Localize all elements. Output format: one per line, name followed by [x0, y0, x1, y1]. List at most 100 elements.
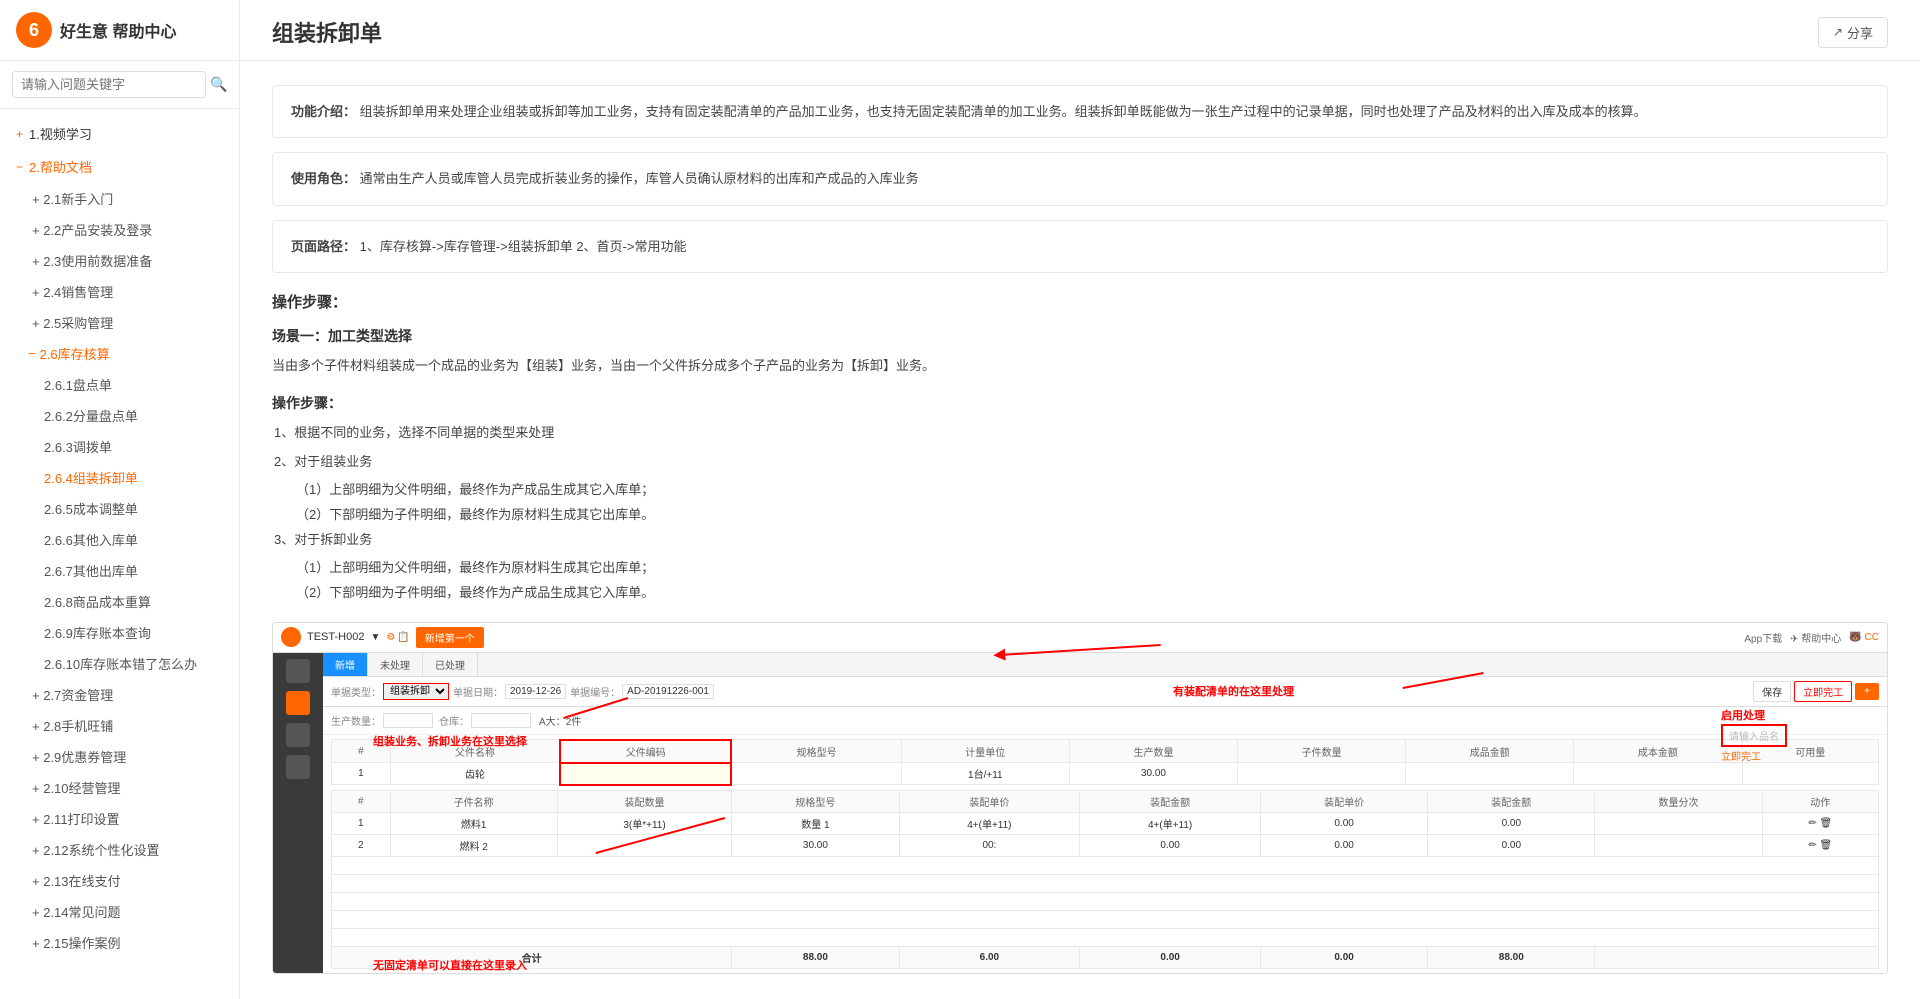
mock-save-btn[interactable]: 保存 [1753, 681, 1791, 702]
sidebar-item-other-out[interactable]: 2.6.7其他出库单 [0, 555, 239, 586]
mock-tab-new[interactable]: 新增 [323, 653, 368, 676]
sidebar-item-data[interactable]: + 2.3使用前数据准备 [0, 245, 239, 276]
sidebar-item-mgmt[interactable]: + 2.10经营管理 [0, 772, 239, 803]
main-content: 功能介绍： 组装拆卸单用来处理企业组装或拆卸等加工业务，支持有固定装配清单的产品… [240, 61, 1920, 999]
td-prod-amt [1406, 763, 1574, 785]
sidebar-item-faq[interactable]: + 2.14常见问题 [0, 896, 239, 927]
sidebar-docs-children: + 2.1新手入门 + 2.2产品安装及登录 + 2.3使用前数据准备 + 2.… [0, 183, 239, 958]
sidebar-item-transfer[interactable]: 2.6.3调拨单 [0, 431, 239, 462]
table-row [332, 874, 1879, 892]
ltd-assy-price2b: 0.00 [1261, 834, 1428, 856]
mock-annotation3: 启用处理 [1721, 707, 1787, 723]
lth-sub-name: 子件名称 [390, 790, 557, 812]
app-title: 好生意 帮助中心 [60, 18, 176, 42]
steps-heading: 操作步骤： [272, 393, 1888, 413]
sidebar-item-newbie[interactable]: + 2.1新手入门 [0, 183, 239, 214]
td-parent-name: 齿轮 [390, 763, 560, 785]
sidebar-item-stock-error[interactable]: 2.6.10库存账本错了怎么办 [0, 648, 239, 679]
sidebar-item-purchase[interactable]: + 2.5采购管理 [0, 307, 239, 338]
sidebar-item-cases[interactable]: + 2.15操作案例 [0, 927, 239, 958]
sidebar-item-assembly[interactable]: 2.6.4组装拆卸单 [0, 462, 239, 493]
mock-annotation-text1: 有装配清单的在这里处理 [718, 683, 1749, 699]
step1: 1、根据不同的业务，选择不同单据的类型来处理 [272, 421, 1888, 446]
edit-icon1[interactable]: ✏ [1808, 818, 1816, 829]
sidebar-item-stocktake[interactable]: 2.6.1盘点单 [0, 369, 239, 400]
mock-sidebar-icon2 [286, 691, 310, 715]
mock-new-first-btn[interactable]: 新增第一个 [416, 627, 484, 648]
sidebar-item-video[interactable]: + 1.视频学习 [0, 117, 239, 150]
sidebar-item-cost-recalc[interactable]: 2.6.8商品成本重算 [0, 586, 239, 617]
role-text: 通常由生产人员或库管人员完成折装业务的操作，库管人员确认原材料的出库和产成品的入… [360, 171, 919, 186]
ltd-sub-name1: 燃料1 [390, 812, 557, 834]
mock-type-select[interactable]: 组装拆卸 [383, 683, 449, 700]
expand-icon-docs: − [16, 160, 23, 174]
path-label: 页面路径： [291, 239, 356, 254]
empty-row7 [332, 928, 1879, 946]
mock-action-btn[interactable]: 立即完工 [1721, 748, 1787, 763]
sidebar-item-install[interactable]: + 2.2产品安装及登录 [0, 214, 239, 245]
mock-dropdown-arrow: ▼ [370, 632, 380, 643]
delete-icon2[interactable]: 🗑 [1820, 840, 1833, 851]
footer-val2: 6.00 [899, 946, 1080, 968]
sidebar-item-inventory[interactable]: − 2.6库存核算 [0, 338, 239, 369]
search-button[interactable]: 🔍 [210, 76, 227, 93]
expand-icon: + [16, 127, 23, 141]
sales-icon: + [32, 285, 40, 300]
edit-icon2[interactable]: ✏ [1808, 840, 1816, 851]
mock-num-val: A大：2件 [539, 713, 581, 728]
sidebar-item-sales[interactable]: + 2.4销售管理 [0, 276, 239, 307]
mock-warehouse-input[interactable] [471, 713, 531, 728]
mock-tab-unprocessed[interactable]: 未处理 [368, 653, 423, 676]
step2-sub2: （2）下部明细为子件明细，最终作为原材料生成其它出库单。 [272, 503, 1888, 528]
role-label: 使用角色： [291, 171, 356, 186]
footer-empty [1595, 946, 1879, 968]
mock-app-window: TEST-H002 ▼ ⚙ 📋 新增第一个 App下载 ✈ 帮助中心 🐻 CC [273, 623, 1887, 973]
mock-enable-input[interactable]: 请输入品名 [1721, 724, 1787, 747]
th-prod-qty: 生产数量 [1069, 740, 1237, 763]
th-cost-amt: 成本金额 [1574, 740, 1742, 763]
footer-val4: 0.00 [1261, 946, 1428, 968]
ltd-assy-amt2a: 0.00 [1080, 834, 1261, 856]
ltd-assy-price1a: 4+(单+11) [899, 812, 1080, 834]
sidebar-item-stock-query[interactable]: 2.6.9库存账本查询 [0, 617, 239, 648]
mock-tab-processed[interactable]: 已处理 [423, 653, 478, 676]
sidebar-item-cost-adjust[interactable]: 2.6.5成本调整单 [0, 493, 239, 524]
mock-status-icons: ⚙ 📋 [386, 632, 409, 643]
sidebar-item-payment[interactable]: + 2.13在线支付 [0, 865, 239, 896]
mock-sidebar-icon4 [286, 755, 310, 779]
share-button[interactable]: ↗ 分享 [1818, 17, 1888, 48]
sidebar-item-coupon[interactable]: + 2.9优惠券管理 [0, 741, 239, 772]
mgmt-icon: + [32, 781, 40, 796]
mock-complete-btn[interactable]: 立即完工 [1794, 681, 1852, 702]
sidebar-item-partial-stock[interactable]: 2.6.2分量盘点单 [0, 400, 239, 431]
td-avail [1742, 763, 1879, 785]
td-spec [731, 763, 901, 785]
ltd-assy-amt2b: 0.00 [1428, 834, 1595, 856]
inventory-icon: − [28, 346, 36, 361]
function-intro-text: 组装拆卸单用来处理企业组装或拆卸等加工业务，支持有固定装配清单的产品加工业务，也… [360, 104, 1647, 119]
ltd-assy-price1b: 0.00 [1261, 812, 1428, 834]
delete-icon1[interactable]: 🗑 [1820, 818, 1833, 829]
search-input[interactable] [12, 71, 206, 98]
sidebar-item-mobile[interactable]: + 2.8手机旺铺 [0, 710, 239, 741]
step3: 3、对于拆卸业务 [272, 528, 1888, 553]
mock-date-field1: 单据日期： 2019-12-26 [453, 684, 566, 699]
sidebar-item-other-in[interactable]: 2.6.6其他入库单 [0, 524, 239, 555]
mock-qty-input[interactable] [383, 713, 433, 728]
mock-add-btn[interactable]: + [1855, 683, 1879, 700]
sidebar-item-print[interactable]: + 2.11打印设置 [0, 803, 239, 834]
ltd-assy-amt1a: 4+(单+11) [1080, 812, 1261, 834]
lth-assy-price1: 装配单价 [899, 790, 1080, 812]
empty-row5 [332, 892, 1879, 910]
payment-icon: + [32, 874, 40, 889]
function-intro-block: 功能介绍： 组装拆卸单用来处理企业组装或拆卸等加工业务，支持有固定装配清单的产品… [272, 85, 1888, 138]
mobile-icon: + [32, 719, 40, 734]
sidebar-item-finance[interactable]: + 2.7资金管理 [0, 679, 239, 710]
mock-annotation4: 无固定清单可以直接在这里录入 [373, 957, 527, 973]
mock-date-label1: 单据日期： [453, 684, 503, 699]
sidebar-item-custom[interactable]: + 2.12系统个性化设置 [0, 834, 239, 865]
sidebar-item-docs[interactable]: − 2.帮助文档 [0, 150, 239, 183]
table-row [332, 910, 1879, 928]
mock-app-sidebar [273, 653, 323, 973]
path-block: 页面路径： 1、库存核算->库存管理->组装拆卸单 2、首页->常用功能 [272, 220, 1888, 273]
